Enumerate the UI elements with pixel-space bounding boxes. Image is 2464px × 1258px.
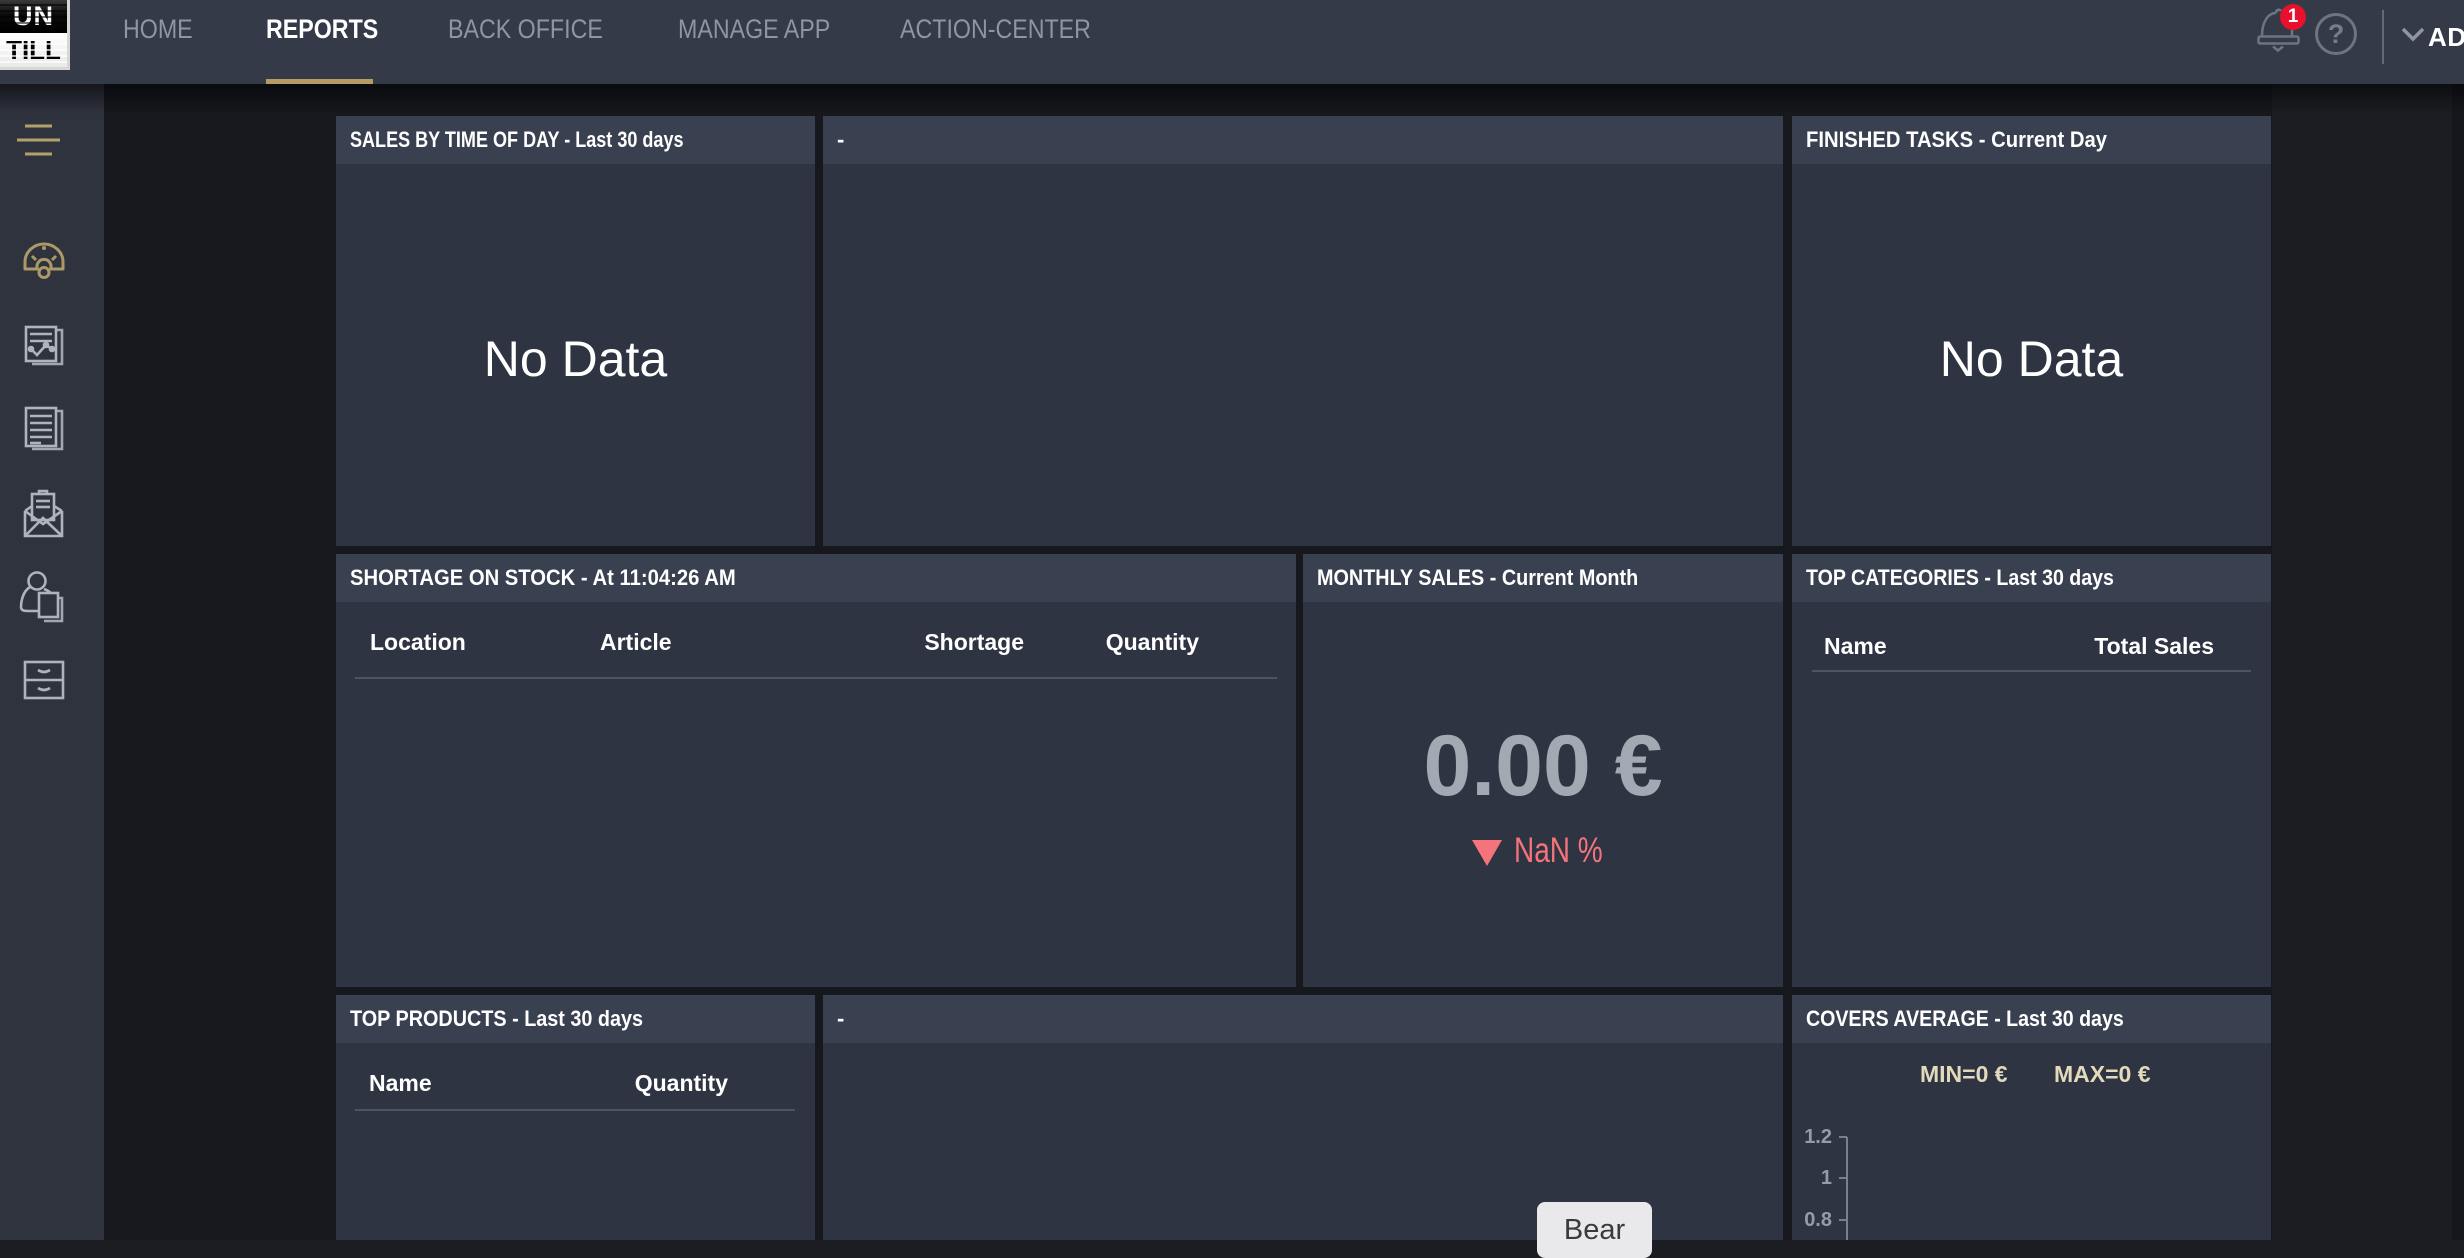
svg-text:?: ? (2328, 19, 2345, 49)
